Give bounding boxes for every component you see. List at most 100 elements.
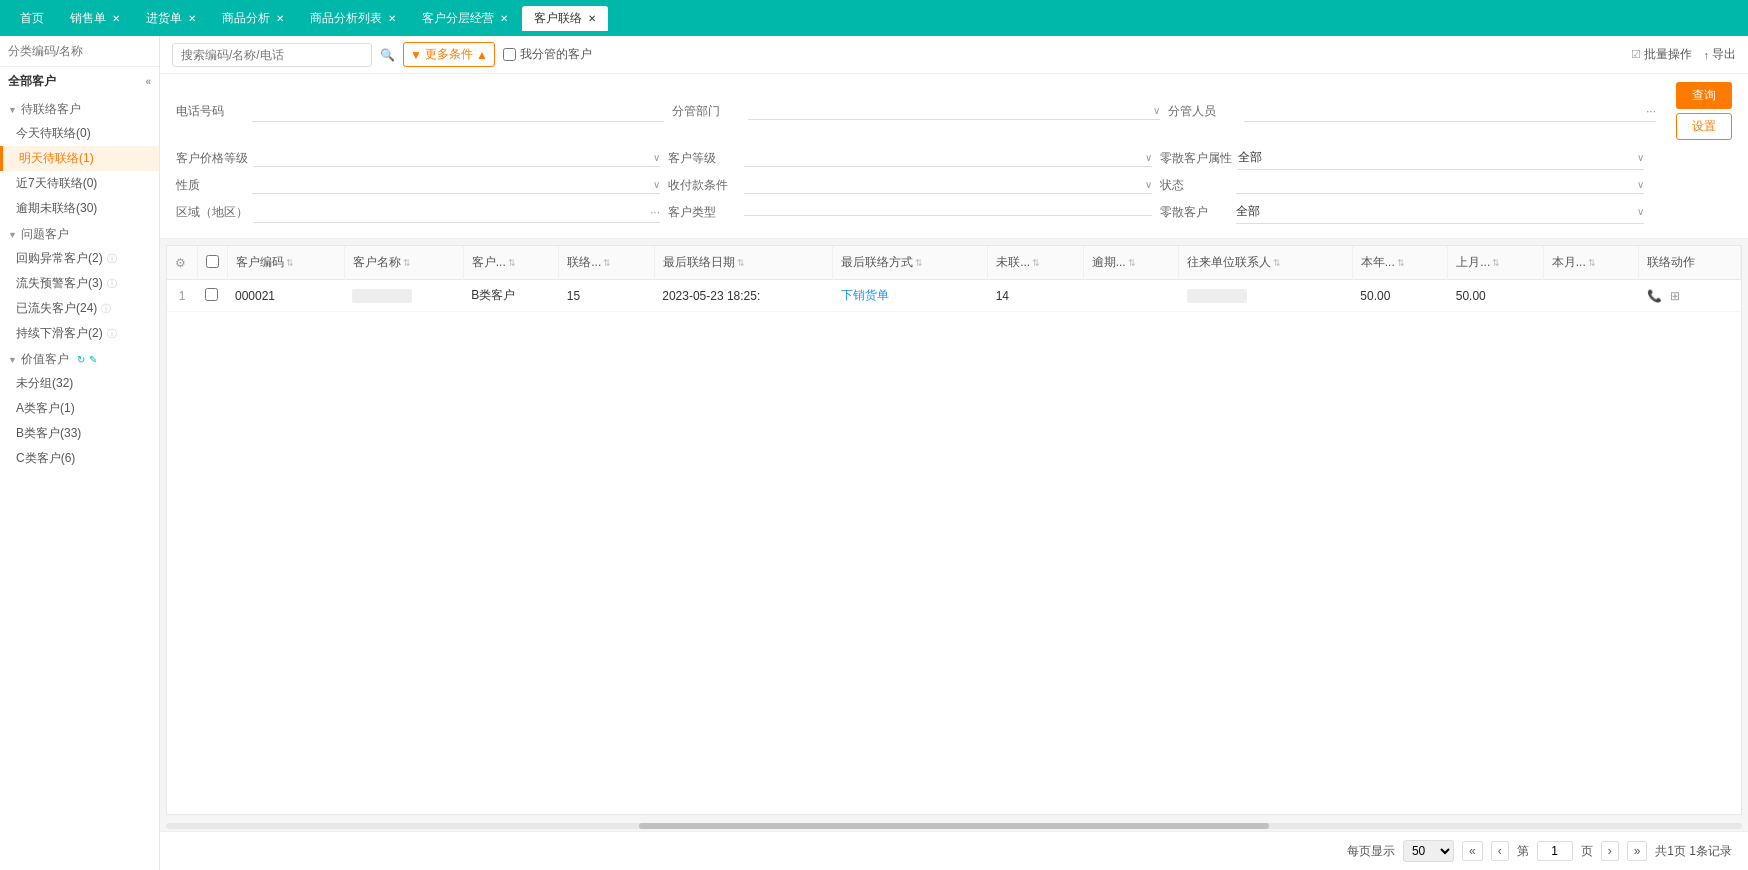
nav-item-product-analysis[interactable]: 商品分析 ✕	[210, 6, 296, 31]
edit-icon[interactable]: ✎	[89, 354, 97, 365]
prev-page-btn[interactable]: ‹	[1491, 841, 1509, 861]
chevron-down-icon: ∨	[653, 152, 660, 163]
row-checkbox[interactable]	[197, 280, 227, 312]
price-level-dropdown[interactable]: ∨	[254, 149, 660, 167]
nav-home[interactable]: 首页	[8, 6, 56, 31]
sidebar-item-ungroup[interactable]: 未分组(32)	[0, 371, 159, 396]
status-dropdown[interactable]: ∨	[1236, 176, 1644, 194]
nav-item-product-list[interactable]: 商品分析列表 ✕	[298, 6, 408, 31]
last-page-btn[interactable]: »	[1627, 841, 1648, 861]
row-this-year: 50.00	[1352, 280, 1447, 312]
pagination: 每页显示 50 100 200 « ‹ 第 页 › » 共1页 1条记录	[160, 831, 1748, 870]
dept-label: 分管部门	[672, 103, 742, 120]
refresh-icon[interactable]: ↻	[77, 354, 85, 365]
sidebar-item-tomorrow[interactable]: 明天待联络(1)	[0, 146, 159, 171]
sort-icon: ⇅	[1032, 258, 1040, 268]
sort-icon: ⇅	[737, 258, 745, 268]
person-dropdown[interactable]: ···	[1244, 101, 1656, 122]
sort-icon: ⇅	[915, 258, 923, 268]
sidebar-all-customers[interactable]: 全部客户 «	[0, 67, 159, 96]
last-method-link[interactable]: 下销货单	[841, 288, 889, 302]
my-customers-checkbox-label[interactable]: 我分管的客户	[503, 46, 592, 63]
th-last-month[interactable]: 上月... ⇅	[1448, 246, 1543, 280]
retail-customer-dropdown[interactable]: 全部 ∨	[1236, 200, 1644, 224]
ellipsis-icon[interactable]: ···	[1646, 104, 1656, 118]
export-btn[interactable]: ↑ 导出	[1704, 46, 1737, 63]
filter-bar: 🔍 ▼ 更多条件 ▲ 我分管的客户 ☑ 批量操作 ↑ 导出	[160, 36, 1748, 74]
th-unit-contact[interactable]: 往来单位联系人 ⇅	[1179, 246, 1353, 280]
next-page-btn[interactable]: ›	[1601, 841, 1619, 861]
search-input[interactable]	[172, 43, 372, 67]
close-icon[interactable]: ✕	[500, 13, 508, 24]
table-row: 1 000021 Ea B类客户 15 2023-05-23 18:25: 下销…	[167, 280, 1741, 312]
close-icon[interactable]: ✕	[188, 13, 196, 24]
th-this-month[interactable]: 本月... ⇅	[1543, 246, 1638, 280]
th-type[interactable]: 客户... ⇅	[463, 246, 558, 280]
row-last-method[interactable]: 下销货单	[833, 280, 988, 312]
row-select-checkbox[interactable]	[205, 288, 218, 301]
per-page-select[interactable]: 50 100 200	[1403, 840, 1454, 862]
phone-input[interactable]	[252, 101, 664, 122]
checkbox-icon: ☑	[1631, 48, 1641, 61]
nav-item-customer-contact[interactable]: 客户联络 ✕	[522, 6, 608, 31]
th-checkbox[interactable]	[197, 246, 227, 280]
sidebar-item-7days[interactable]: 近7天待联络(0)	[0, 171, 159, 196]
th-this-year[interactable]: 本年... ⇅	[1352, 246, 1447, 280]
sidebar-search-input[interactable]	[8, 44, 158, 58]
th-last-date[interactable]: 最后联络日期 ⇅	[654, 246, 833, 280]
my-customers-checkbox[interactable]	[503, 48, 516, 61]
dept-dropdown[interactable]: ∨	[748, 102, 1160, 120]
sidebar-item-a-class[interactable]: A类客户(1)	[0, 396, 159, 421]
select-all-checkbox[interactable]	[206, 255, 219, 268]
first-page-btn[interactable]: «	[1462, 841, 1483, 861]
sidebar-group-value[interactable]: ▼ 价值客户 ↻ ✎	[0, 346, 159, 371]
th-name[interactable]: 客户名称 ⇅	[344, 246, 463, 280]
close-icon[interactable]: ✕	[588, 13, 596, 24]
page-input[interactable]	[1537, 841, 1573, 861]
th-code[interactable]: 客户编码 ⇅	[227, 246, 344, 280]
sidebar-item-c-class[interactable]: C类客户(6)	[0, 446, 159, 471]
scrollbar-thumb[interactable]	[639, 823, 1269, 829]
setting-btn[interactable]: 设置	[1676, 113, 1732, 140]
th-overdue[interactable]: 逾期... ⇅	[1083, 246, 1178, 280]
phone-action-icon[interactable]: 📞	[1647, 289, 1662, 303]
sidebar-item-declining[interactable]: 持续下滑客户(2) ⓘ	[0, 321, 159, 346]
sidebar-item-b-class[interactable]: B类客户(33)	[0, 421, 159, 446]
area-dropdown[interactable]: ···	[254, 202, 660, 223]
retail-attr-dropdown[interactable]: 全部 ∨	[1238, 146, 1644, 170]
sidebar-group-problem[interactable]: ▼ 问题客户	[0, 221, 159, 246]
th-gear[interactable]: ⚙	[167, 246, 197, 280]
filter-row-4: 区域（地区） ··· 客户类型 零散客户 全部	[176, 200, 1732, 224]
horizontal-scrollbar[interactable]	[160, 821, 1748, 831]
nav-item-customer-tier[interactable]: 客户分层经营 ✕	[410, 6, 520, 31]
sidebar-item-churn-warning[interactable]: 流失预警客户(3) ⓘ	[0, 271, 159, 296]
search-btn-icon[interactable]: 🔍	[380, 48, 395, 62]
sidebar-group-pending[interactable]: ▼ 待联络客户	[0, 96, 159, 121]
th-unreached[interactable]: 未联... ⇅	[988, 246, 1083, 280]
payment-dropdown[interactable]: ∨	[744, 176, 1152, 194]
close-icon[interactable]: ✕	[276, 13, 284, 24]
batch-op-btn[interactable]: ☑ 批量操作	[1631, 46, 1692, 63]
chevron-down-icon: ∨	[1153, 105, 1160, 116]
th-last-method[interactable]: 最后联络方式 ⇅	[833, 246, 988, 280]
close-icon[interactable]: ✕	[112, 13, 120, 24]
nature-dropdown[interactable]: ∨	[252, 176, 660, 194]
sidebar-item-today[interactable]: 今天待联络(0)	[0, 121, 159, 146]
ellipsis-icon[interactable]: ···	[650, 205, 660, 219]
customer-type-dropdown[interactable]	[744, 209, 1152, 216]
sidebar-item-abnormal[interactable]: 回购异常客户(2) ⓘ	[0, 246, 159, 271]
close-icon[interactable]: ✕	[388, 13, 396, 24]
row-type: B类客户	[463, 280, 558, 312]
customer-type-label: 客户类型	[668, 204, 738, 221]
total-label: 共1页 1条记录	[1655, 843, 1732, 860]
row-overdue	[1083, 280, 1178, 312]
query-btn[interactable]: 查询	[1676, 82, 1732, 109]
more-conditions-btn[interactable]: ▼ 更多条件 ▲	[403, 42, 495, 67]
nav-item-purchase[interactable]: 进货单 ✕	[134, 6, 208, 31]
sidebar-item-overdue[interactable]: 逾期未联络(30)	[0, 196, 159, 221]
sidebar-item-churned[interactable]: 已流失客户(24) ⓘ	[0, 296, 159, 321]
customer-level-dropdown[interactable]: ∨	[744, 149, 1152, 167]
grid-action-icon[interactable]: ⊞	[1670, 289, 1680, 303]
th-contacts[interactable]: 联络... ⇅	[559, 246, 654, 280]
nav-item-sales[interactable]: 销售单 ✕	[58, 6, 132, 31]
